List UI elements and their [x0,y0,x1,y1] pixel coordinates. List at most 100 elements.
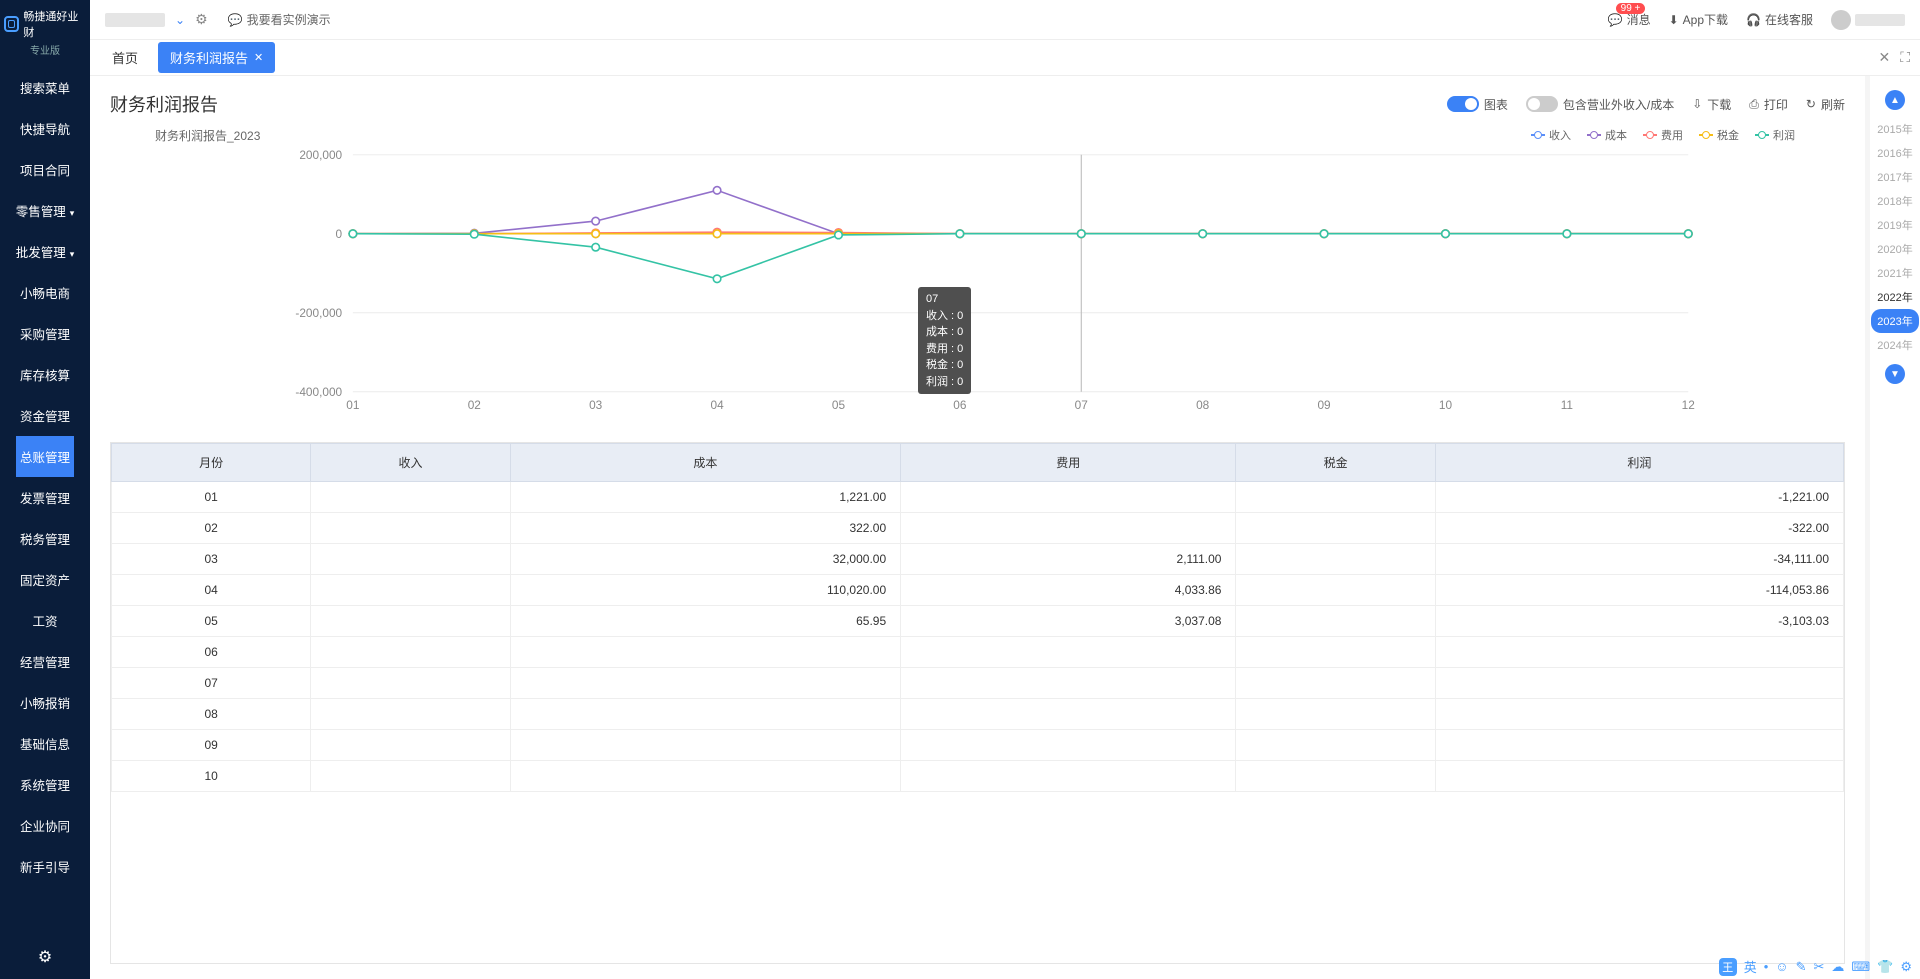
print-button[interactable]: ⎙ 打印 [1749,96,1788,113]
messages-button[interactable]: 💬 消息 99 + [1608,11,1651,28]
table-header: 成本 [510,444,900,482]
table-row[interactable]: 08 [112,699,1844,730]
toggle-chart[interactable]: 图表 [1447,96,1508,113]
ime-cut-icon[interactable]: ✂ [1813,959,1824,975]
year-item[interactable]: 2020年 [1871,237,1918,261]
year-item[interactable]: 2021年 [1871,261,1918,285]
main-area: ⌄ ⚙ 💬 我要看实例演示 💬 消息 99 + ⬇ App下载 🎧 在线客服 [90,0,1920,979]
sidebar-item[interactable]: 工资 [16,600,75,641]
sidebar-item[interactable]: 零售管理▾ [16,190,75,231]
year-scroll-up-icon[interactable]: ▲ [1885,90,1905,110]
sidebar-item[interactable]: 库存核算 [16,354,75,395]
table-row[interactable]: 06 [112,637,1844,668]
legend-item[interactable]: 收入 [1531,127,1571,143]
demo-link[interactable]: 💬 我要看实例演示 [228,11,331,28]
toggle-include-ext[interactable]: 包含营业外收入/成本 [1526,96,1674,113]
sidebar-item[interactable]: 新手引导 [16,846,75,887]
sidebar-item[interactable]: 资金管理 [16,395,75,436]
table-header: 税金 [1236,444,1435,482]
sidebar-item[interactable]: 基础信息 [16,723,75,764]
download-button[interactable]: ⇩ 下载 [1692,96,1731,113]
year-item[interactable]: 2024年 [1871,333,1918,357]
ime-lang[interactable]: 英 [1744,957,1757,976]
svg-text:07: 07 [1075,398,1088,412]
ime-settings-icon[interactable]: ⚙ [1900,959,1912,975]
fullscreen-icon[interactable]: ⛶ [1900,49,1910,66]
svg-text:-200,000: -200,000 [295,306,342,320]
sidebar-item[interactable]: 企业协同 [16,805,75,846]
demo-link-label: 我要看实例演示 [247,11,331,28]
ime-edit-icon[interactable]: ✎ [1796,959,1807,975]
year-scroll-down-icon[interactable]: ▼ [1885,364,1905,384]
sidebar-item[interactable]: 税务管理 [16,518,75,559]
ime-dot-icon[interactable]: • [1764,959,1769,974]
sidebar-item[interactable]: 发票管理 [16,477,75,518]
print-icon: ⎙ [1749,97,1759,112]
svg-text:0: 0 [336,227,343,241]
close-all-icon[interactable]: ✕ [1878,49,1890,66]
avatar-icon [1831,10,1851,30]
year-item[interactable]: 2016年 [1871,141,1918,165]
tab-home[interactable]: 首页 [100,42,150,73]
sidebar-item[interactable]: 批发管理▾ [16,231,75,272]
year-item[interactable]: 2022年 [1871,285,1918,309]
year-item[interactable]: 2017年 [1871,165,1918,189]
year-item[interactable]: 2015年 [1871,117,1918,141]
ime-toolbar[interactable]: 王 英 • ☺ ✎ ✂ ☁ ⌨ 👕 ⚙ [1719,957,1912,976]
org-dropdown-icon[interactable]: ⌄ [175,13,185,27]
sidebar-item[interactable]: 固定资产 [16,559,75,600]
sidebar-item[interactable]: 快捷导航 [16,108,75,149]
ime-badge[interactable]: 王 [1719,958,1737,976]
table-row[interactable]: 09 [112,730,1844,761]
ime-smile-icon[interactable]: ☺ [1775,959,1788,974]
sidebar-item[interactable]: 系统管理 [16,764,75,805]
tab-finance-profit-report[interactable]: 财务利润报告 ✕ [158,42,275,73]
download-label: App下载 [1683,11,1728,28]
table-header: 月份 [112,444,311,482]
table-row[interactable]: 011,221.00-1,221.00 [112,482,1844,513]
org-settings-icon[interactable]: ⚙ [195,11,208,28]
table-row[interactable]: 0565.953,037.08-3,103.03 [112,606,1844,637]
ime-cloud-icon[interactable]: ☁ [1831,959,1844,975]
service-button[interactable]: 🎧 在线客服 [1746,11,1813,28]
year-item[interactable]: 2019年 [1871,213,1918,237]
table-row[interactable]: 04110,020.004,033.86-114,053.86 [112,575,1844,606]
org-name-redacted[interactable] [105,13,165,27]
toggle-chart-switch[interactable] [1447,96,1479,112]
toggle-ext-switch[interactable] [1526,96,1558,112]
chevron-down-icon: ▾ [70,249,75,259]
refresh-button[interactable]: ↻ 刷新 [1806,96,1845,113]
legend-item[interactable]: 税金 [1699,127,1739,143]
tab-close-icon[interactable]: ✕ [254,51,263,64]
sidebar-item[interactable]: 搜索菜单 [16,67,75,108]
year-item[interactable]: 2023年 [1871,309,1918,333]
sidebar-item[interactable]: 经营管理 [16,641,75,682]
legend-item[interactable]: 成本 [1587,127,1627,143]
year-item[interactable]: 2018年 [1871,189,1918,213]
ime-shirt-icon[interactable]: 👕 [1877,959,1893,975]
sidebar-item[interactable]: 小畅电商 [16,272,75,313]
sidebar-item[interactable]: 项目合同 [16,149,75,190]
sidebar-item[interactable]: 小畅报销 [16,682,75,723]
refresh-icon: ↻ [1806,97,1816,111]
legend-item[interactable]: 利润 [1755,127,1795,143]
settings-gear-icon[interactable]: ⚙ [26,935,64,979]
download-icon: ⇩ [1692,97,1702,111]
messages-badge: 99 + [1616,3,1646,14]
download-button[interactable]: ⬇ App下载 [1669,11,1728,28]
topbar: ⌄ ⚙ 💬 我要看实例演示 💬 消息 99 + ⬇ App下载 🎧 在线客服 [90,0,1920,40]
sidebar-item[interactable]: 采购管理 [16,313,75,354]
data-table: 月份收入成本费用税金利润 011,221.00-1,221.0002322.00… [111,443,1844,792]
edition-label: 专业版 [30,42,60,57]
table-row[interactable]: 02322.00-322.00 [112,513,1844,544]
data-table-wrap[interactable]: 月份收入成本费用税金利润 011,221.00-1,221.0002322.00… [110,442,1845,964]
table-row[interactable]: 0332,000.002,111.00-34,111.00 [112,544,1844,575]
table-row[interactable]: 10 [112,761,1844,792]
page-header: 财务利润报告 图表 包含营业外收入/成本 ⇩ 下载 ⎙ [110,91,1845,117]
table-row[interactable]: 07 [112,668,1844,699]
sidebar-item[interactable]: 总账管理 [16,436,75,477]
user-menu[interactable] [1831,10,1905,30]
ime-keyboard-icon[interactable]: ⌨ [1851,959,1870,975]
legend-item[interactable]: 费用 [1643,127,1683,143]
chart-canvas[interactable]: 200,0000-200,000-400,0000102030405060708… [110,144,1845,424]
